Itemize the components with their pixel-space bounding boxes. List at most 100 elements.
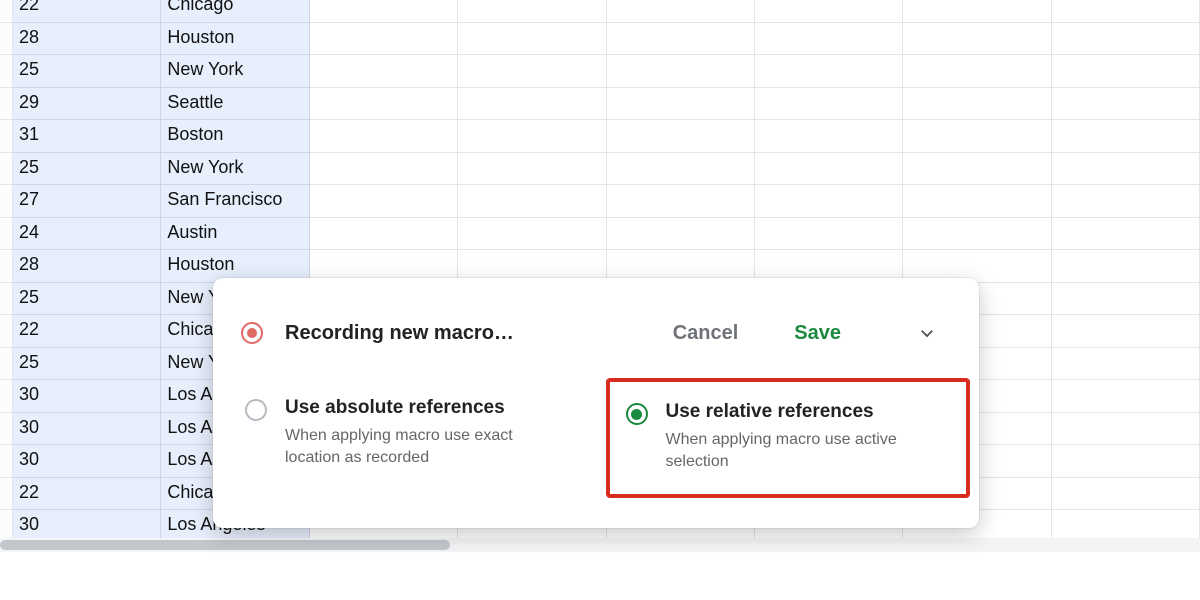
- cell-empty[interactable]: [607, 153, 755, 186]
- save-button[interactable]: Save: [794, 322, 841, 345]
- cell-empty[interactable]: [903, 88, 1051, 121]
- cell-empty[interactable]: [1052, 55, 1200, 88]
- cell-city[interactable]: San Francisco: [161, 185, 309, 218]
- cell-number[interactable]: 28: [13, 23, 161, 56]
- cell-empty[interactable]: [458, 185, 606, 218]
- cancel-button[interactable]: Cancel: [673, 322, 739, 345]
- cell-empty[interactable]: [310, 0, 458, 23]
- cell-empty[interactable]: [458, 55, 606, 88]
- cell-empty[interactable]: [310, 153, 458, 186]
- cell-number[interactable]: 25: [13, 283, 161, 316]
- cell-empty[interactable]: [607, 120, 755, 153]
- cell-empty[interactable]: [310, 23, 458, 56]
- cell-number[interactable]: 22: [13, 0, 161, 23]
- option-relative-references[interactable]: Use relative references When applying ma…: [606, 378, 971, 498]
- cell-empty[interactable]: [1052, 445, 1200, 478]
- cell-empty[interactable]: [607, 23, 755, 56]
- cell-number[interactable]: 29: [13, 88, 161, 121]
- cell-empty[interactable]: [1052, 88, 1200, 121]
- cell-city[interactable]: New York: [161, 55, 309, 88]
- row-header[interactable]: [0, 380, 13, 413]
- cell-number[interactable]: 25: [13, 348, 161, 381]
- row-header[interactable]: [0, 185, 13, 218]
- cell-empty[interactable]: [458, 153, 606, 186]
- cell-empty[interactable]: [903, 153, 1051, 186]
- cell-city[interactable]: New York: [161, 153, 309, 186]
- cell-number[interactable]: 30: [13, 380, 161, 413]
- cell-empty[interactable]: [755, 55, 903, 88]
- cell-number[interactable]: 24: [13, 218, 161, 251]
- cell-empty[interactable]: [1052, 250, 1200, 283]
- cell-empty[interactable]: [1052, 0, 1200, 23]
- cell-empty[interactable]: [607, 55, 755, 88]
- cell-city[interactable]: Chicago: [161, 0, 309, 23]
- row-header[interactable]: [0, 23, 13, 56]
- cell-empty[interactable]: [755, 88, 903, 121]
- cell-empty[interactable]: [755, 23, 903, 56]
- cell-empty[interactable]: [755, 153, 903, 186]
- row-header[interactable]: [0, 315, 13, 348]
- cell-empty[interactable]: [1052, 218, 1200, 251]
- cell-city[interactable]: Boston: [161, 120, 309, 153]
- cell-number[interactable]: 25: [13, 153, 161, 186]
- cell-empty[interactable]: [1052, 348, 1200, 381]
- row-header[interactable]: [0, 283, 13, 316]
- cell-empty[interactable]: [1052, 23, 1200, 56]
- row-header[interactable]: [0, 250, 13, 283]
- row-header[interactable]: [0, 445, 13, 478]
- cell-empty[interactable]: [755, 120, 903, 153]
- cell-number[interactable]: 25: [13, 55, 161, 88]
- cell-empty[interactable]: [1052, 315, 1200, 348]
- cell-city[interactable]: Seattle: [161, 88, 309, 121]
- horizontal-scrollbar-track[interactable]: [0, 538, 1200, 552]
- cell-empty[interactable]: [458, 218, 606, 251]
- row-header[interactable]: [0, 218, 13, 251]
- option-absolute-references[interactable]: Use absolute references When applying ma…: [241, 383, 606, 493]
- cell-empty[interactable]: [1052, 185, 1200, 218]
- horizontal-scrollbar-thumb[interactable]: [0, 540, 450, 550]
- cell-empty[interactable]: [755, 185, 903, 218]
- cell-empty[interactable]: [607, 88, 755, 121]
- row-header[interactable]: [0, 153, 13, 186]
- cell-empty[interactable]: [1052, 283, 1200, 316]
- cell-empty[interactable]: [1052, 380, 1200, 413]
- cell-empty[interactable]: [310, 120, 458, 153]
- cell-empty[interactable]: [1052, 153, 1200, 186]
- cell-empty[interactable]: [607, 185, 755, 218]
- cell-empty[interactable]: [903, 55, 1051, 88]
- row-header[interactable]: [0, 0, 13, 23]
- row-header[interactable]: [0, 478, 13, 511]
- cell-empty[interactable]: [903, 120, 1051, 153]
- cell-number[interactable]: 22: [13, 315, 161, 348]
- cell-empty[interactable]: [903, 23, 1051, 56]
- cell-number[interactable]: 27: [13, 185, 161, 218]
- row-header[interactable]: [0, 120, 13, 153]
- cell-empty[interactable]: [1052, 413, 1200, 446]
- cell-empty[interactable]: [1052, 120, 1200, 153]
- cell-number[interactable]: 30: [13, 413, 161, 446]
- cell-empty[interactable]: [458, 120, 606, 153]
- row-header[interactable]: [0, 88, 13, 121]
- cell-empty[interactable]: [607, 0, 755, 23]
- cell-number[interactable]: 28: [13, 250, 161, 283]
- cell-number[interactable]: 22: [13, 478, 161, 511]
- cell-empty[interactable]: [607, 218, 755, 251]
- cell-empty[interactable]: [903, 218, 1051, 251]
- cell-number[interactable]: 30: [13, 445, 161, 478]
- cell-empty[interactable]: [458, 88, 606, 121]
- row-header[interactable]: [0, 55, 13, 88]
- cell-empty[interactable]: [903, 185, 1051, 218]
- cell-empty[interactable]: [755, 218, 903, 251]
- cell-empty[interactable]: [458, 23, 606, 56]
- cell-city[interactable]: Houston: [161, 23, 309, 56]
- cell-empty[interactable]: [310, 55, 458, 88]
- collapse-button[interactable]: [907, 313, 947, 353]
- cell-empty[interactable]: [310, 88, 458, 121]
- row-header[interactable]: [0, 413, 13, 446]
- row-header[interactable]: [0, 348, 13, 381]
- cell-number[interactable]: 31: [13, 120, 161, 153]
- cell-empty[interactable]: [310, 218, 458, 251]
- cell-empty[interactable]: [755, 0, 903, 23]
- cell-city[interactable]: Austin: [161, 218, 309, 251]
- cell-empty[interactable]: [310, 185, 458, 218]
